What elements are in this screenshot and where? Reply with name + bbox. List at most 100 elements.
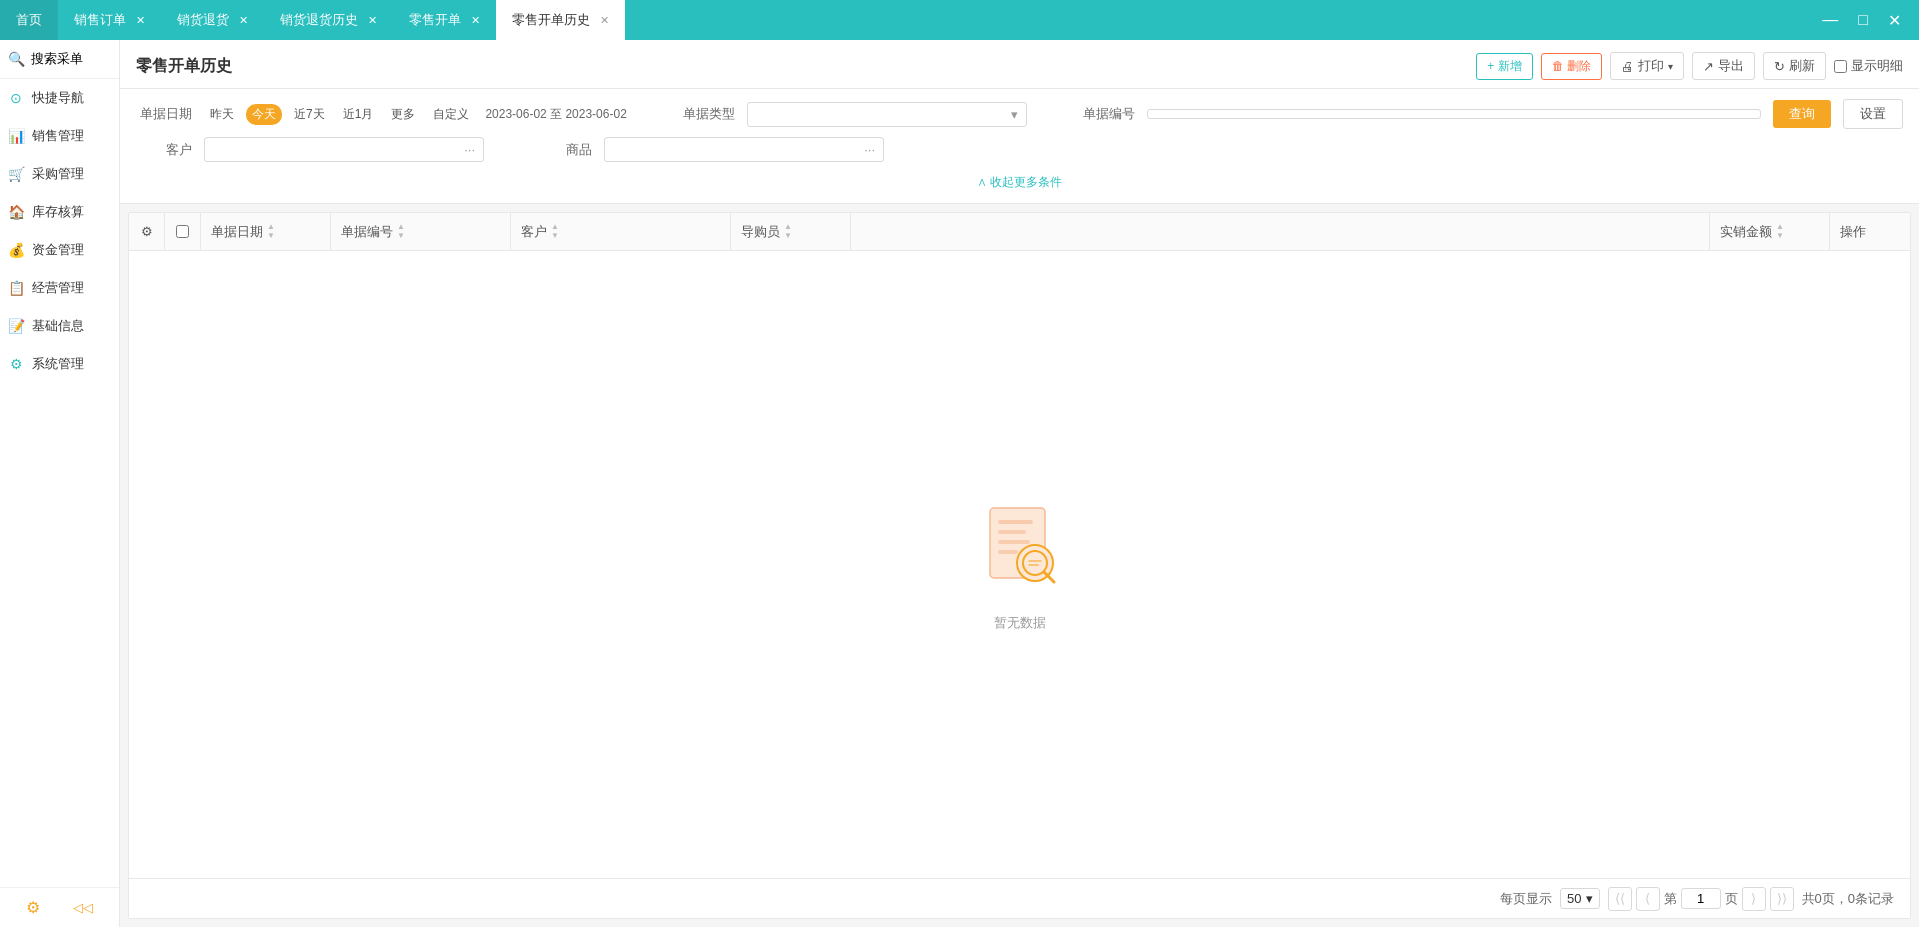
close-tab-retail-order-history[interactable]: ✕ bbox=[600, 14, 609, 27]
first-page-button[interactable]: ⟨⟨ bbox=[1608, 887, 1632, 911]
settings-bottom-icon[interactable]: ⚙ bbox=[26, 898, 40, 917]
svg-rect-3 bbox=[998, 540, 1030, 544]
sidebar-item-label: 系统管理 bbox=[32, 355, 84, 373]
system-icon: ⚙ bbox=[8, 356, 24, 372]
page-header: 零售开单历史 + 新增 🗑 删除 🖨 打印 ▾ ↗ 导出 ↻ 刷新 bbox=[120, 40, 1919, 89]
customer-input[interactable]: ··· bbox=[204, 137, 484, 162]
date-shortcut-more[interactable]: 更多 bbox=[385, 104, 421, 125]
sidebar-item-purchase[interactable]: 🛒 采购管理 bbox=[0, 155, 119, 193]
close-tab-retail-order[interactable]: ✕ bbox=[471, 14, 480, 27]
num-sort[interactable]: ▲ ▼ bbox=[397, 223, 405, 240]
sidebar-item-finance[interactable]: 💰 资金管理 bbox=[0, 231, 119, 269]
th-bill-num: 单据编号 ▲ ▼ bbox=[331, 213, 511, 250]
prev-page-button[interactable]: ⟨ bbox=[1636, 887, 1660, 911]
date-shortcut-7days[interactable]: 近7天 bbox=[288, 104, 331, 125]
sidebar-item-label: 基础信息 bbox=[32, 317, 84, 335]
date-shortcut-1month[interactable]: 近1月 bbox=[337, 104, 380, 125]
sidebar-search-label: 搜索采单 bbox=[31, 50, 83, 68]
settings-button[interactable]: 设置 bbox=[1843, 99, 1903, 129]
page-num-input[interactable] bbox=[1681, 888, 1721, 909]
sidebar-item-basic-info[interactable]: 📝 基础信息 bbox=[0, 307, 119, 345]
per-page-label: 每页显示 bbox=[1500, 890, 1552, 908]
print-icon: 🖨 bbox=[1621, 59, 1634, 74]
customer-label: 客户 bbox=[136, 141, 192, 159]
sidebar: 🔍 搜索采单 ⊙ 快捷导航 📊 销售管理 🛒 采购管理 🏠 库存核算 💰 资金管… bbox=[0, 40, 120, 927]
customer-sort[interactable]: ▲ ▼ bbox=[551, 223, 559, 240]
collapse-sidebar-icon[interactable]: ◁◁ bbox=[73, 900, 93, 915]
goods-dots: ··· bbox=[864, 142, 875, 157]
search-icon: 🔍 bbox=[8, 51, 25, 67]
page-prefix: 第 bbox=[1664, 890, 1677, 908]
sidebar-item-label: 快捷导航 bbox=[32, 89, 84, 107]
th-settings[interactable]: ⚙ bbox=[129, 213, 165, 250]
refresh-button[interactable]: ↻ 刷新 bbox=[1763, 52, 1826, 80]
collapse-filter-button[interactable]: ∧ 收起更多条件 bbox=[136, 170, 1903, 195]
close-button[interactable]: ✕ bbox=[1882, 9, 1907, 32]
th-checkbox[interactable] bbox=[165, 213, 201, 250]
tab-home[interactable]: 首页 bbox=[0, 0, 58, 40]
table-settings-icon: ⚙ bbox=[141, 224, 153, 239]
add-button[interactable]: + 新增 bbox=[1476, 53, 1532, 80]
guide-sort[interactable]: ▲ ▼ bbox=[784, 223, 792, 240]
th-amount: 实销金额 ▲ ▼ bbox=[1710, 213, 1830, 250]
basic-info-icon: 📝 bbox=[8, 318, 24, 334]
close-tab-sales-return[interactable]: ✕ bbox=[239, 14, 248, 27]
date-shortcut-custom[interactable]: 自定义 bbox=[427, 104, 475, 125]
sidebar-item-quick-nav[interactable]: ⊙ 快捷导航 bbox=[0, 79, 119, 117]
quick-nav-icon: ⊙ bbox=[8, 90, 24, 106]
sidebar-bottom: ⚙ ◁◁ bbox=[0, 887, 119, 927]
tab-sales-return-history[interactable]: 销货退货历史 ✕ bbox=[264, 0, 393, 40]
show-detail-checkbox[interactable]: 显示明细 bbox=[1834, 57, 1903, 75]
print-button[interactable]: 🖨 打印 ▾ bbox=[1610, 52, 1684, 80]
customer-dots: ··· bbox=[464, 142, 475, 157]
refresh-icon: ↻ bbox=[1774, 59, 1785, 74]
bill-type-select[interactable]: ▾ bbox=[747, 102, 1027, 127]
bill-num-input[interactable] bbox=[1147, 109, 1761, 119]
last-page-button[interactable]: ⟩⟩ bbox=[1770, 887, 1794, 911]
select-all-checkbox[interactable] bbox=[176, 225, 189, 238]
tab-retail-order[interactable]: 零售开单 ✕ bbox=[393, 0, 496, 40]
minimize-button[interactable]: — bbox=[1816, 9, 1844, 31]
table-header: ⚙ 单据日期 ▲ ▼ 单据编号 ▲ ▼ bbox=[129, 213, 1910, 251]
bill-num-label: 单据编号 bbox=[1079, 105, 1135, 123]
page-title: 零售开单历史 bbox=[136, 56, 232, 77]
filter-row-1: 单据日期 昨天 今天 近7天 近1月 更多 自定义 2023-06-02 至 2… bbox=[136, 99, 1903, 129]
operations-icon: 📋 bbox=[8, 280, 24, 296]
query-button[interactable]: 查询 bbox=[1773, 100, 1831, 128]
sidebar-item-system[interactable]: ⚙ 系统管理 bbox=[0, 345, 119, 383]
next-page-button[interactable]: ⟩ bbox=[1742, 887, 1766, 911]
date-shortcut-today[interactable]: 今天 bbox=[246, 104, 282, 125]
th-flex bbox=[851, 213, 1710, 250]
close-tab-sales-order[interactable]: ✕ bbox=[136, 14, 145, 27]
page-suffix: 页 bbox=[1725, 890, 1738, 908]
tab-sales-order[interactable]: 销售订单 ✕ bbox=[58, 0, 161, 40]
th-action: 操作 bbox=[1830, 213, 1910, 250]
sidebar-item-inventory[interactable]: 🏠 库存核算 bbox=[0, 193, 119, 231]
content-area: 零售开单历史 + 新增 🗑 删除 🖨 打印 ▾ ↗ 导出 ↻ 刷新 bbox=[120, 40, 1919, 927]
total-info: 共0页，0条记录 bbox=[1802, 890, 1894, 908]
delete-button[interactable]: 🗑 删除 bbox=[1541, 53, 1602, 80]
inventory-icon: 🏠 bbox=[8, 204, 24, 220]
show-detail-input[interactable] bbox=[1834, 60, 1847, 73]
maximize-button[interactable]: □ bbox=[1852, 9, 1874, 31]
sidebar-item-operations[interactable]: 📋 经营管理 bbox=[0, 269, 119, 307]
sidebar-item-sales[interactable]: 📊 销售管理 bbox=[0, 117, 119, 155]
close-tab-sales-return-history[interactable]: ✕ bbox=[368, 14, 377, 27]
date-sort[interactable]: ▲ ▼ bbox=[267, 223, 275, 240]
page-nav: ⟨⟨ ⟨ 第 页 ⟩ ⟩⟩ bbox=[1608, 887, 1794, 911]
filter-area: 单据日期 昨天 今天 近7天 近1月 更多 自定义 2023-06-02 至 2… bbox=[120, 89, 1919, 204]
export-button[interactable]: ↗ 导出 bbox=[1692, 52, 1755, 80]
goods-input[interactable]: ··· bbox=[604, 137, 884, 162]
sidebar-search[interactable]: 🔍 搜索采单 bbox=[0, 40, 119, 79]
tab-retail-order-history[interactable]: 零售开单历史 ✕ bbox=[496, 0, 625, 40]
date-shortcut-yesterday[interactable]: 昨天 bbox=[204, 104, 240, 125]
amount-sort[interactable]: ▲ ▼ bbox=[1776, 223, 1784, 240]
th-guide: 导购员 ▲ ▼ bbox=[731, 213, 851, 250]
page-size-select[interactable]: 50 ▾ bbox=[1560, 888, 1599, 909]
print-dropdown-icon: ▾ bbox=[1668, 61, 1673, 72]
tab-sales-return[interactable]: 销货退货 ✕ bbox=[161, 0, 264, 40]
window-controls: — □ ✕ bbox=[1816, 9, 1919, 32]
svg-rect-2 bbox=[998, 530, 1026, 534]
date-range-display: 2023-06-02 至 2023-06-02 bbox=[485, 106, 626, 123]
sales-icon: 📊 bbox=[8, 128, 24, 144]
